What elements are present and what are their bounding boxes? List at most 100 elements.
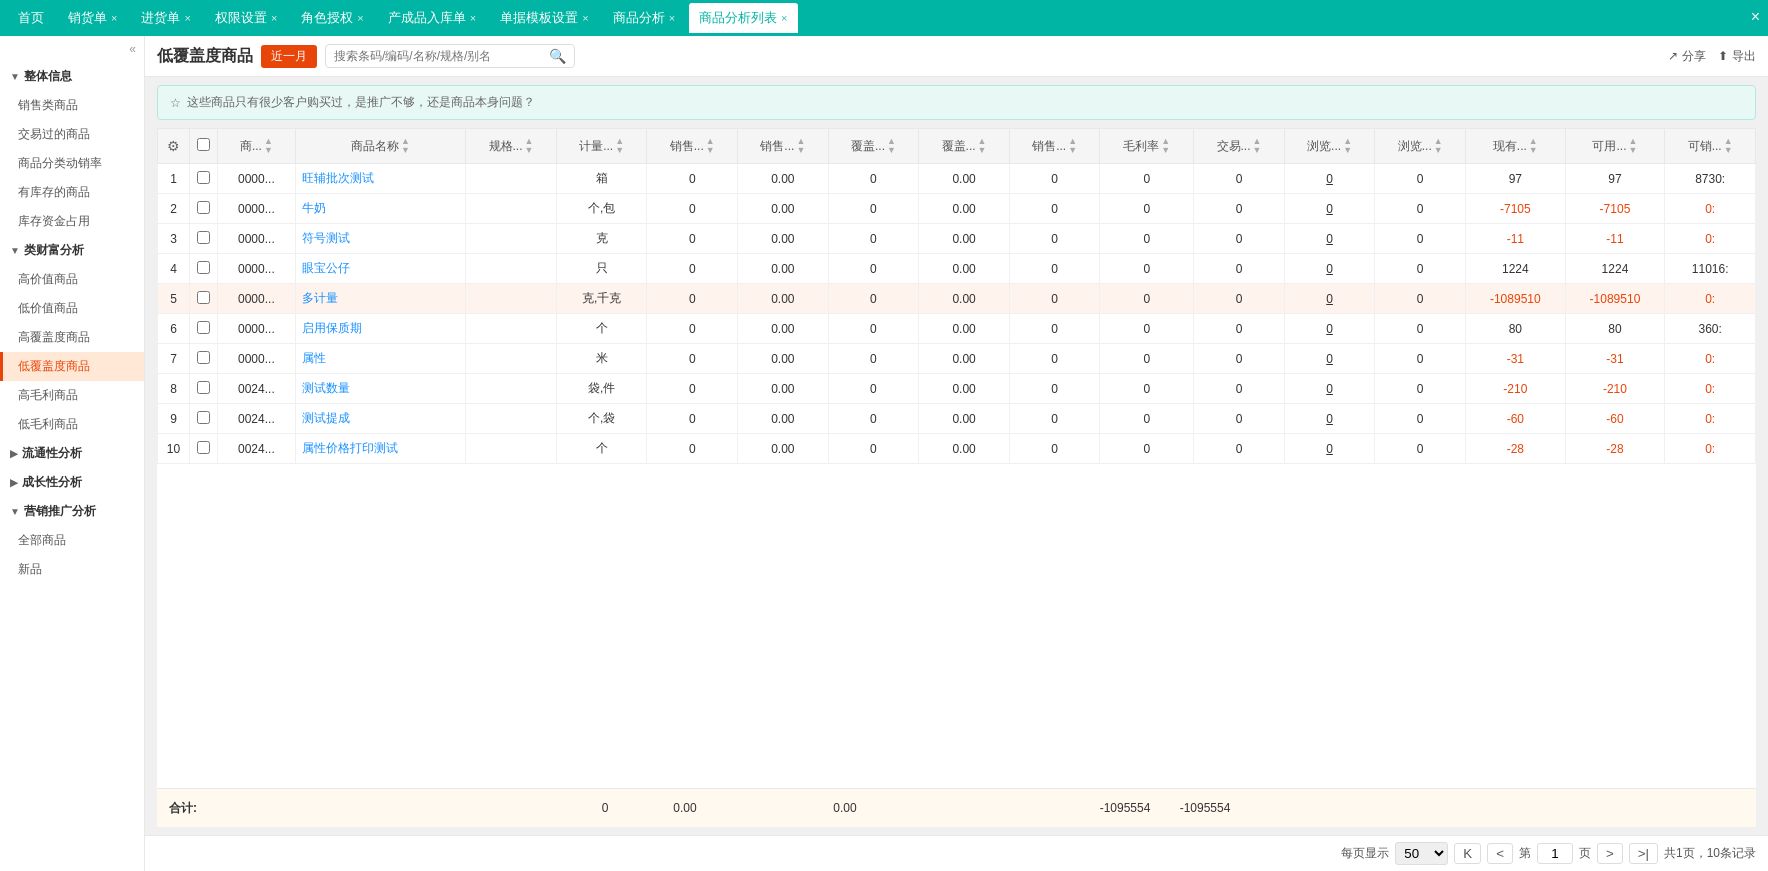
row-name[interactable]: 牛奶: [295, 194, 465, 224]
sort-icon[interactable]: ▲▼: [525, 137, 534, 155]
sidebar-section-growth-header[interactable]: ▶ 成长性分析: [0, 468, 144, 497]
column-trade[interactable]: 交易... ▲▼: [1194, 129, 1285, 164]
row-browse1[interactable]: 0: [1284, 164, 1375, 194]
nav-role-auth[interactable]: 角色授权 ×: [291, 3, 373, 33]
row-checkbox[interactable]: [197, 231, 210, 244]
close-icon[interactable]: ×: [781, 12, 787, 24]
nav-product-analysis[interactable]: 商品分析 ×: [603, 3, 685, 33]
column-browse2[interactable]: 浏览... ▲▼: [1375, 129, 1466, 164]
nav-permissions[interactable]: 权限设置 ×: [205, 3, 287, 33]
row-checkbox-cell[interactable]: [190, 374, 218, 404]
row-name[interactable]: 测试数量: [295, 374, 465, 404]
sidebar-collapse-button[interactable]: «: [0, 36, 144, 62]
sidebar-item-category-sales-rate[interactable]: 商品分类动销率: [0, 149, 144, 178]
column-name[interactable]: 商品名称 ▲▼: [295, 129, 465, 164]
close-icon[interactable]: ×: [470, 12, 476, 24]
column-sales3[interactable]: 销售... ▲▼: [1009, 129, 1100, 164]
sidebar-section-marketing-header[interactable]: ▼ 营销推广分析: [0, 497, 144, 526]
column-unit[interactable]: 计量... ▲▼: [556, 129, 647, 164]
sidebar-item-low-value[interactable]: 低价值商品: [0, 294, 144, 323]
close-all-button[interactable]: ×: [1751, 8, 1760, 26]
sort-icon[interactable]: ▲▼: [615, 137, 624, 155]
sidebar-item-low-coverage[interactable]: 低覆盖度商品: [0, 352, 144, 381]
sidebar-item-low-profit[interactable]: 低毛利商品: [0, 410, 144, 439]
row-checkbox[interactable]: [197, 261, 210, 274]
sidebar-item-high-value[interactable]: 高价值商品: [0, 265, 144, 294]
row-checkbox[interactable]: [197, 171, 210, 184]
column-sales1[interactable]: 销售... ▲▼: [647, 129, 738, 164]
first-page-button[interactable]: K: [1454, 843, 1481, 864]
row-browse1[interactable]: 0: [1284, 434, 1375, 464]
sidebar-item-in-stock-products[interactable]: 有库存的商品: [0, 178, 144, 207]
sort-icon[interactable]: ▲▼: [401, 137, 410, 155]
sidebar-item-high-profit[interactable]: 高毛利商品: [0, 381, 144, 410]
close-icon[interactable]: ×: [111, 12, 117, 24]
column-available[interactable]: 可用... ▲▼: [1565, 129, 1665, 164]
sidebar-item-traded-products[interactable]: 交易过的商品: [0, 120, 144, 149]
sort-icon[interactable]: ▲▼: [1724, 137, 1733, 155]
sort-icon[interactable]: ▲▼: [706, 137, 715, 155]
prev-page-button[interactable]: <: [1487, 843, 1513, 864]
row-browse1[interactable]: 0: [1284, 344, 1375, 374]
row-browse1[interactable]: 0: [1284, 374, 1375, 404]
column-checkbox[interactable]: [190, 129, 218, 164]
next-page-button[interactable]: >: [1597, 843, 1623, 864]
search-input[interactable]: [334, 49, 545, 63]
row-checkbox[interactable]: [197, 321, 210, 334]
sort-icon[interactable]: ▲▼: [1434, 137, 1443, 155]
sort-icon[interactable]: ▲▼: [887, 137, 896, 155]
select-all-checkbox[interactable]: [197, 138, 210, 151]
row-checkbox[interactable]: [197, 441, 210, 454]
sort-icon[interactable]: ▲▼: [1629, 137, 1638, 155]
sort-icon[interactable]: ▲▼: [264, 137, 273, 155]
column-gear[interactable]: ⚙: [158, 129, 190, 164]
nav-template-settings[interactable]: 单据模板设置 ×: [490, 3, 598, 33]
close-icon[interactable]: ×: [184, 12, 190, 24]
sort-icon[interactable]: ▲▼: [1529, 137, 1538, 155]
sort-icon[interactable]: ▲▼: [1343, 137, 1352, 155]
gear-icon[interactable]: ⚙: [167, 138, 180, 154]
column-code[interactable]: 商... ▲▼: [218, 129, 296, 164]
column-cover1[interactable]: 覆盖... ▲▼: [828, 129, 919, 164]
row-browse1[interactable]: 0: [1284, 284, 1375, 314]
row-checkbox-cell[interactable]: [190, 404, 218, 434]
row-browse1[interactable]: 0: [1284, 194, 1375, 224]
close-icon[interactable]: ×: [582, 12, 588, 24]
row-checkbox[interactable]: [197, 201, 210, 214]
nav-purchase-order[interactable]: 进货单 ×: [131, 3, 200, 33]
row-checkbox[interactable]: [197, 381, 210, 394]
column-sales2[interactable]: 销售... ▲▼: [738, 129, 829, 164]
nav-finished-goods[interactable]: 产成品入库单 ×: [378, 3, 486, 33]
sort-icon[interactable]: ▲▼: [796, 137, 805, 155]
row-checkbox-cell[interactable]: [190, 254, 218, 284]
column-current[interactable]: 现有... ▲▼: [1466, 129, 1566, 164]
last-page-button[interactable]: >|: [1629, 843, 1658, 864]
row-checkbox-cell[interactable]: [190, 224, 218, 254]
sidebar-section-liquidity-header[interactable]: ▶ 流通性分析: [0, 439, 144, 468]
sidebar-item-sales-products[interactable]: 销售类商品: [0, 91, 144, 120]
row-checkbox-cell[interactable]: [190, 284, 218, 314]
row-name[interactable]: 多计量: [295, 284, 465, 314]
period-button[interactable]: 近一月: [261, 45, 317, 68]
nav-product-analysis-list[interactable]: 商品分析列表 ×: [689, 3, 797, 33]
row-name[interactable]: 属性: [295, 344, 465, 374]
row-checkbox[interactable]: [197, 291, 210, 304]
sidebar-item-new-products[interactable]: 新品: [0, 555, 144, 584]
sort-icon[interactable]: ▲▼: [1161, 137, 1170, 155]
column-browse1[interactable]: 浏览... ▲▼: [1284, 129, 1375, 164]
current-page-input[interactable]: [1537, 843, 1573, 864]
row-name[interactable]: 符号测试: [295, 224, 465, 254]
sidebar-item-stock-fund[interactable]: 库存资金占用: [0, 207, 144, 236]
sort-icon[interactable]: ▲▼: [1253, 137, 1262, 155]
close-icon[interactable]: ×: [357, 12, 363, 24]
sidebar-item-all-products[interactable]: 全部商品: [0, 526, 144, 555]
row-browse1[interactable]: 0: [1284, 314, 1375, 344]
row-name[interactable]: 属性价格打印测试: [295, 434, 465, 464]
row-name[interactable]: 测试提成: [295, 404, 465, 434]
page-size-select[interactable]: 20 50 100: [1395, 842, 1448, 865]
close-icon[interactable]: ×: [669, 12, 675, 24]
search-icon[interactable]: 🔍: [549, 48, 566, 64]
row-checkbox-cell[interactable]: [190, 344, 218, 374]
sidebar-section-wealth-header[interactable]: ▼ 类财富分析: [0, 236, 144, 265]
column-cover2[interactable]: 覆盖... ▲▼: [919, 129, 1010, 164]
